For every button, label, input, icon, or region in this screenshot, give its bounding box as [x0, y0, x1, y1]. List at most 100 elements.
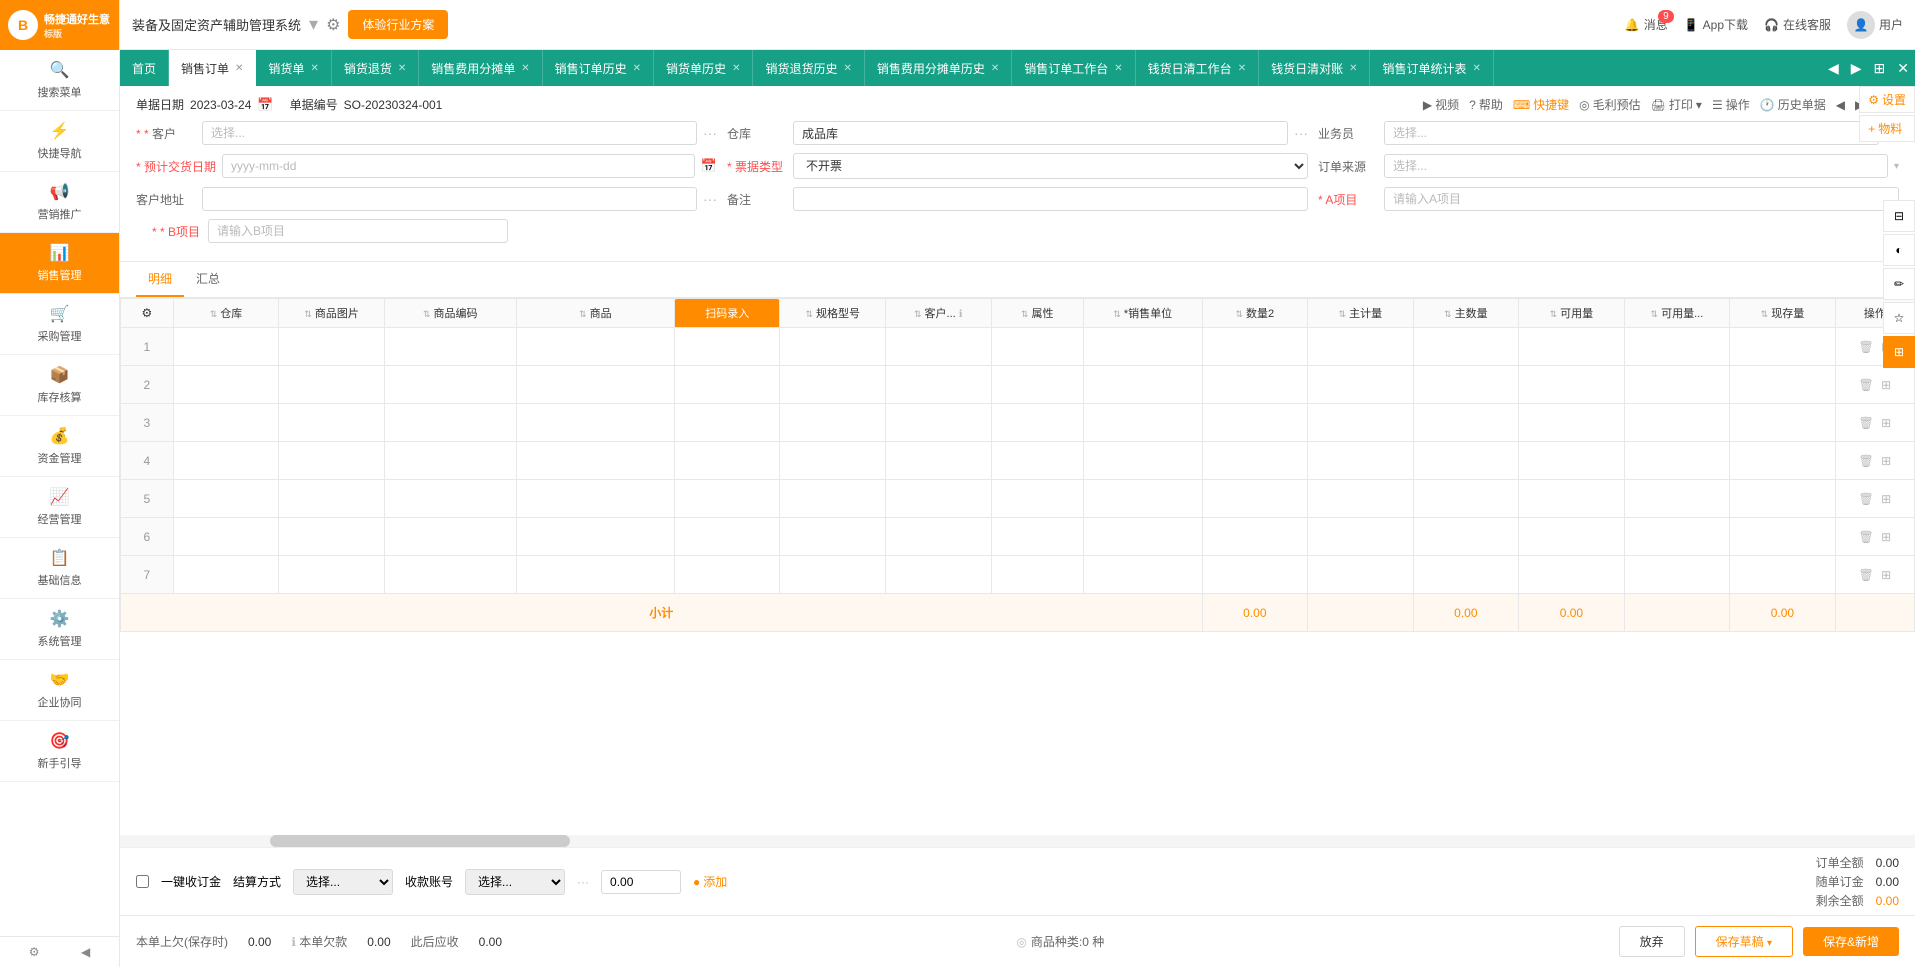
- col-available2[interactable]: ⇅ 可用量...: [1624, 299, 1730, 328]
- remarks-input[interactable]: [793, 187, 1308, 211]
- row-spec[interactable]: [780, 556, 886, 594]
- row-warehouse[interactable]: [173, 404, 279, 442]
- col-attribute[interactable]: ⇅ 属性: [991, 299, 1083, 328]
- tab-close-icon[interactable]: ✕: [1238, 63, 1246, 74]
- row-sales-unit[interactable]: [1083, 480, 1202, 518]
- tab-slip-history[interactable]: 销货单历史 ✕: [654, 50, 753, 86]
- row-customer-code[interactable]: [886, 328, 992, 366]
- row-copy-icon[interactable]: ⊞: [1881, 378, 1891, 392]
- rs-btn-4[interactable]: ☆: [1883, 302, 1915, 334]
- row-qty2[interactable]: [1202, 556, 1308, 594]
- row-copy-icon[interactable]: ⊞: [1881, 454, 1891, 468]
- addr-dots-icon[interactable]: ···: [703, 191, 717, 207]
- tab-close-icon[interactable]: ✕: [398, 63, 406, 74]
- row-attribute[interactable]: [991, 556, 1083, 594]
- row-qty2[interactable]: [1202, 404, 1308, 442]
- payment-amount-input[interactable]: [601, 870, 681, 894]
- sidebar-item-sales[interactable]: 📊 销售管理: [0, 233, 119, 294]
- tab-next-icon[interactable]: ▶: [1845, 60, 1868, 77]
- row-delete-icon[interactable]: 🗑: [1859, 530, 1874, 544]
- row-qty2[interactable]: [1202, 328, 1308, 366]
- discard-button[interactable]: 放弃: [1619, 926, 1685, 957]
- online-service-btn[interactable]: 🎧 在线客服: [1764, 16, 1831, 33]
- row-qty2[interactable]: [1202, 518, 1308, 556]
- delivery-calendar-icon[interactable]: 📅: [701, 158, 717, 174]
- row-product-code[interactable]: [384, 366, 516, 404]
- row-product[interactable]: [516, 404, 674, 442]
- row-attribute[interactable]: [991, 404, 1083, 442]
- col-gear[interactable]: ⚙: [121, 299, 174, 328]
- row-main-qty[interactable]: [1413, 404, 1519, 442]
- row-main-qty[interactable]: [1413, 442, 1519, 480]
- sidebar-item-cooperation[interactable]: 🤝 企业协同: [0, 660, 119, 721]
- row-main-qty[interactable]: [1413, 480, 1519, 518]
- tab-close-icon[interactable]: ✕: [521, 63, 529, 74]
- row-sales-unit[interactable]: [1083, 404, 1202, 442]
- tab-menu-icon[interactable]: ⊞: [1868, 60, 1892, 77]
- horizontal-scrollbar[interactable]: [120, 835, 1915, 847]
- settings-gear-icon[interactable]: ⚙: [326, 15, 340, 35]
- row-copy-icon[interactable]: ⊞: [1881, 416, 1891, 430]
- notifications-btn[interactable]: 🔔 9 消息: [1625, 16, 1668, 33]
- col-available[interactable]: ⇅ 可用量: [1519, 299, 1625, 328]
- col-product-image[interactable]: ⇅ 商品图片: [279, 299, 385, 328]
- order-source-input[interactable]: [1384, 154, 1888, 178]
- customer-input[interactable]: [202, 121, 697, 145]
- rs-btn-3[interactable]: ✏: [1883, 268, 1915, 300]
- row-sales-unit[interactable]: [1083, 556, 1202, 594]
- row-warehouse[interactable]: [173, 328, 279, 366]
- row-spec[interactable]: [780, 518, 886, 556]
- tab-reconcile[interactable]: 钱货日清对账 ✕: [1259, 50, 1370, 86]
- tab-stats[interactable]: 销售订单统计表 ✕: [1370, 50, 1493, 86]
- col-scan[interactable]: 扫码录入: [674, 299, 780, 328]
- tab-home[interactable]: 首页: [120, 50, 169, 86]
- row-warehouse[interactable]: [173, 518, 279, 556]
- row-customer-code[interactable]: [886, 366, 992, 404]
- row-copy-icon[interactable]: ⊞: [1881, 530, 1891, 544]
- sidebar-settings-icon[interactable]: ⚙: [29, 945, 40, 959]
- tab-close-icon[interactable]: ✕: [732, 63, 740, 74]
- row-product[interactable]: [516, 328, 674, 366]
- add-payment-btn[interactable]: ● 添加: [693, 873, 727, 890]
- row-main-qty[interactable]: [1413, 518, 1519, 556]
- tab-close-all-icon[interactable]: ✕: [1891, 60, 1915, 77]
- row-product-code[interactable]: [384, 328, 516, 366]
- tab-close-icon[interactable]: ✕: [1114, 63, 1122, 74]
- row-delete-icon[interactable]: 🗑: [1859, 416, 1874, 430]
- sidebar-item-system[interactable]: ⚙️ 系统管理: [0, 599, 119, 660]
- print-btn[interactable]: 🖨 打印 ▾: [1651, 96, 1702, 113]
- profit-btn[interactable]: ◎ 毛利预估: [1579, 96, 1641, 113]
- tab-close-icon[interactable]: ✕: [1349, 63, 1357, 74]
- warehouse-input[interactable]: [793, 121, 1288, 145]
- account-select[interactable]: 选择...: [465, 869, 565, 895]
- row-warehouse[interactable]: [173, 442, 279, 480]
- tab-prev-icon[interactable]: ◀: [1822, 60, 1845, 77]
- trial-button[interactable]: 体验行业方案: [348, 10, 448, 39]
- col-qty2[interactable]: ⇅ 数量2: [1202, 299, 1308, 328]
- row-delete-icon[interactable]: 🗑: [1859, 568, 1874, 582]
- col-main-qty[interactable]: ⇅ 主数量: [1413, 299, 1519, 328]
- row-product-code[interactable]: [384, 480, 516, 518]
- row-product-code[interactable]: [384, 404, 516, 442]
- row-sales-unit[interactable]: [1083, 366, 1202, 404]
- row-delete-icon[interactable]: 🗑: [1859, 340, 1874, 354]
- row-customer-code[interactable]: [886, 518, 992, 556]
- row-warehouse[interactable]: [173, 556, 279, 594]
- row-product[interactable]: [516, 366, 674, 404]
- sidebar-item-operations[interactable]: 📈 经营管理: [0, 477, 119, 538]
- chevron-down-icon[interactable]: ▾: [309, 14, 318, 35]
- row-main-qty[interactable]: [1413, 366, 1519, 404]
- tab-close-icon[interactable]: ✕: [310, 63, 318, 74]
- user-menu-btn[interactable]: 👤 用户: [1847, 11, 1903, 39]
- tab-sales-slip[interactable]: 销货单 ✕: [256, 50, 331, 86]
- row-delete-icon[interactable]: 🗑: [1859, 378, 1874, 392]
- rs-btn-1[interactable]: ⊟: [1883, 200, 1915, 232]
- a-project-input[interactable]: [1384, 187, 1899, 211]
- col-warehouse[interactable]: ⇅ 仓库: [173, 299, 279, 328]
- col-spec[interactable]: ⇅ 规格型号: [780, 299, 886, 328]
- sidebar-item-quicknav[interactable]: ⚡ 快捷导航: [0, 111, 119, 172]
- tab-sales-return[interactable]: 销货退货 ✕: [332, 50, 419, 86]
- sidebar-item-guide[interactable]: 🎯 新手引导: [0, 721, 119, 782]
- row-sales-unit[interactable]: [1083, 442, 1202, 480]
- sidebar-item-basic-info[interactable]: 📋 基础信息: [0, 538, 119, 599]
